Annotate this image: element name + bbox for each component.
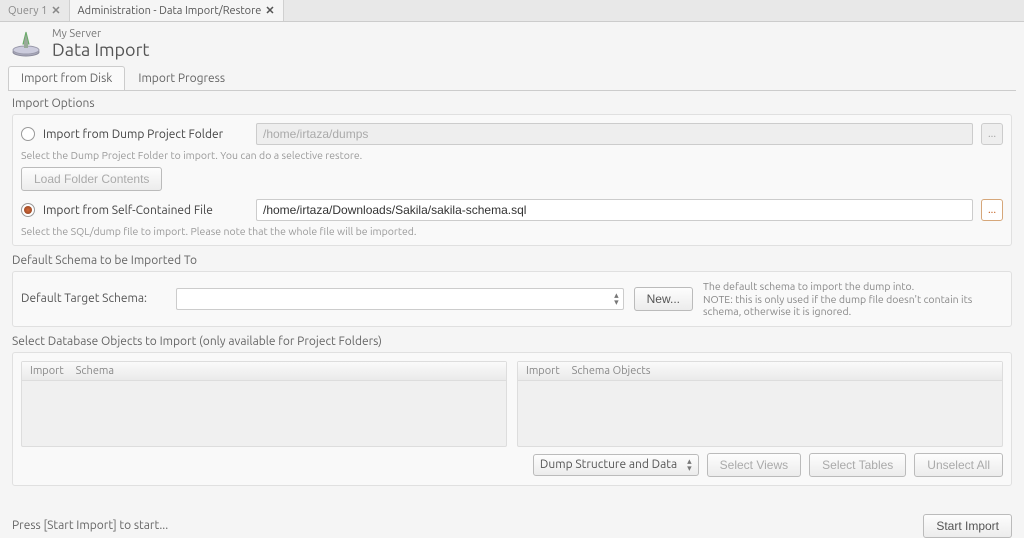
tab-import-from-disk[interactable]: Import from Disk [8, 66, 125, 90]
footer-hint: Press [Start Import] to start... [12, 519, 168, 532]
import-options-legend: Import Options [12, 97, 1012, 110]
default-schema-legend: Default Schema to be Imported To [12, 254, 1012, 267]
schema-list[interactable]: Import Schema [21, 361, 507, 447]
radio-import-file-label: Import from Self-Contained File [43, 204, 248, 217]
folder-path-input [256, 123, 973, 145]
database-icon [10, 30, 42, 58]
tab-query-1[interactable]: Query 1 ✕ [0, 0, 70, 21]
server-name: My Server [52, 28, 149, 40]
tab-import-progress[interactable]: Import Progress [125, 66, 238, 90]
start-import-button[interactable]: Start Import [923, 514, 1012, 538]
page-title: Data Import [52, 40, 149, 60]
close-icon[interactable]: ✕ [51, 4, 60, 17]
load-folder-contents-button[interactable]: Load Folder Contents [21, 167, 162, 191]
tab-label: Administration - Data Import/Restore [78, 5, 262, 17]
schema-objects-list[interactable]: Import Schema Objects [517, 361, 1003, 447]
import-options-section: Import from Dump Project Folder ... Sele… [12, 114, 1012, 246]
col-import: Import [30, 365, 64, 377]
file-help-text: Select the SQL/dump file to import. Plea… [21, 225, 1003, 237]
col-schema-objects: Schema Objects [572, 365, 651, 377]
select-tables-button[interactable]: Select Tables [809, 453, 906, 477]
close-icon[interactable]: ✕ [265, 4, 274, 17]
dump-mode-value: Dump Structure and Data [540, 458, 677, 471]
default-schema-help: The default schema to import the dump in… [703, 280, 1003, 318]
page-header: My Server Data Import [0, 22, 1024, 66]
select-views-button[interactable]: Select Views [707, 453, 801, 477]
import-tabs: Import from Disk Import Progress [8, 66, 1016, 91]
default-target-schema-dropdown[interactable]: ▴▾ [176, 288, 624, 310]
folder-help-text: Select the Dump Project Folder to import… [21, 149, 1003, 161]
objects-section: Import Schema Import Schema Objects Dump… [12, 352, 1012, 486]
default-target-schema-label: Default Target Schema: [21, 292, 166, 305]
tab-admin-data-import[interactable]: Administration - Data Import/Restore ✕ [70, 0, 284, 21]
browse-folder-button: ... [981, 123, 1003, 145]
dump-mode-dropdown[interactable]: Dump Structure and Data ▴▾ [533, 454, 699, 476]
browse-file-button[interactable]: ... [981, 199, 1003, 221]
col-import: Import [526, 365, 560, 377]
window-tabs: Query 1 ✕ Administration - Data Import/R… [0, 0, 1024, 22]
chevron-updown-icon: ▴▾ [614, 292, 619, 306]
chevron-updown-icon: ▴▾ [687, 458, 692, 472]
unselect-all-button[interactable]: Unselect All [914, 453, 1003, 477]
default-schema-section: Default Target Schema: ▴▾ New... The def… [12, 271, 1012, 327]
radio-import-folder[interactable] [21, 127, 35, 141]
footer: Press [Start Import] to start... Start I… [0, 500, 1024, 538]
file-path-input[interactable] [256, 199, 973, 221]
radio-import-file[interactable] [21, 203, 35, 217]
tab-label: Query 1 [8, 5, 47, 17]
radio-import-folder-label: Import from Dump Project Folder [43, 128, 248, 141]
col-schema: Schema [76, 365, 114, 377]
new-schema-button[interactable]: New... [634, 287, 693, 311]
objects-legend: Select Database Objects to Import (only … [12, 335, 1012, 348]
